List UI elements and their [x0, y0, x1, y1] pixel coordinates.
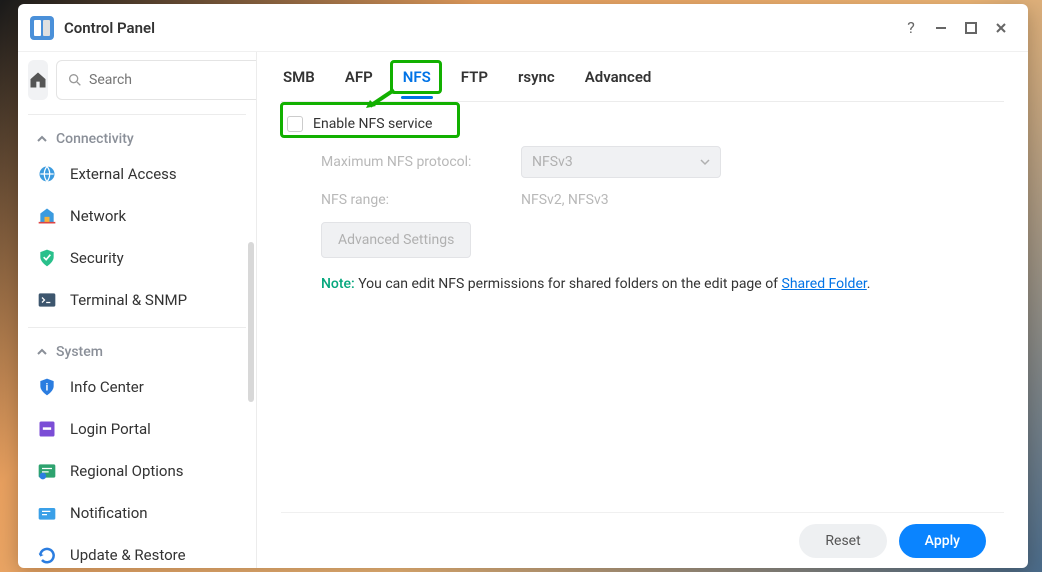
sidebar-item-label: Update & Restore: [70, 546, 186, 564]
sidebar-item-label: External Access: [70, 165, 177, 183]
sidebar-item-label: Info Center: [70, 378, 144, 396]
search-icon: [67, 72, 83, 88]
regional-icon: [36, 460, 58, 482]
sidebar-item-label: Security: [70, 249, 124, 267]
footer: Reset Apply: [281, 512, 1004, 568]
sidebar-item-label: Network: [70, 207, 126, 225]
terminal-icon: [36, 289, 58, 311]
note-body: You can edit NFS permissions for shared …: [355, 276, 782, 292]
apply-button[interactable]: Apply: [899, 524, 986, 558]
close-button[interactable]: [986, 13, 1016, 43]
tab-smb[interactable]: SMB: [281, 56, 317, 98]
section-system[interactable]: System: [28, 338, 246, 366]
section-connectivity[interactable]: Connectivity: [28, 125, 246, 153]
main-panel: SMB AFP NFS FTP rsync Advanced Enable NF…: [257, 52, 1028, 568]
app-icon: [30, 16, 54, 40]
home-icon: [28, 70, 48, 90]
note-period: .: [867, 276, 871, 292]
tab-bar: SMB AFP NFS FTP rsync Advanced: [281, 52, 1004, 102]
section-label: Connectivity: [56, 131, 134, 147]
minimize-button[interactable]: [926, 13, 956, 43]
notification-icon: [36, 502, 58, 524]
chevron-down-icon: [700, 157, 710, 167]
tab-afp[interactable]: AFP: [343, 56, 375, 98]
max-proto-value: NFSv3: [532, 154, 573, 170]
sidebar: Connectivity External Access Network Sec…: [18, 52, 256, 568]
sidebar-item-security[interactable]: Security: [28, 237, 246, 279]
sidebar-item-update-restore[interactable]: Update & Restore: [28, 534, 246, 568]
globe-icon: [36, 163, 58, 185]
tab-content: Enable NFS service Maximum NFS protocol:…: [281, 102, 1004, 512]
info-icon: i: [36, 376, 58, 398]
sidebar-item-login-portal[interactable]: Login Portal: [28, 408, 246, 450]
nfs-range-value: NFSv2, NFSv3: [521, 192, 609, 208]
help-button[interactable]: ?: [896, 13, 926, 43]
search-input[interactable]: [56, 60, 256, 100]
home-button[interactable]: [28, 60, 48, 100]
sidebar-item-notification[interactable]: Notification: [28, 492, 246, 534]
scrollbar[interactable]: [248, 242, 254, 402]
tab-nfs[interactable]: NFS: [401, 56, 433, 98]
svg-text:i: i: [46, 382, 49, 393]
sidebar-item-info-center[interactable]: i Info Center: [28, 366, 246, 408]
chevron-up-icon: [36, 346, 48, 358]
chevron-up-icon: [36, 133, 48, 145]
sidebar-item-regional-options[interactable]: Regional Options: [28, 450, 246, 492]
section-label: System: [56, 344, 103, 360]
sidebar-item-external-access[interactable]: External Access: [28, 153, 246, 195]
shared-folder-link[interactable]: Shared Folder: [782, 276, 867, 292]
nfs-range-label: NFS range:: [321, 192, 521, 208]
enable-nfs-checkbox[interactable]: [287, 116, 303, 132]
reset-button[interactable]: Reset: [799, 524, 886, 558]
sidebar-item-label: Terminal & SNMP: [70, 291, 187, 309]
titlebar: Control Panel ?: [18, 4, 1028, 52]
maximize-button[interactable]: [956, 13, 986, 43]
search-field[interactable]: [89, 72, 256, 88]
portal-icon: [36, 418, 58, 440]
sidebar-item-label: Regional Options: [70, 462, 184, 480]
tab-ftp[interactable]: FTP: [459, 56, 490, 98]
window-title: Control Panel: [64, 19, 896, 37]
network-icon: [36, 205, 58, 227]
sidebar-item-label: Notification: [70, 504, 148, 522]
sidebar-item-label: Login Portal: [70, 420, 151, 438]
max-proto-select[interactable]: NFSv3: [521, 146, 721, 178]
note-text: Note: You can edit NFS permissions for s…: [321, 276, 1004, 292]
sidebar-item-terminal-snmp[interactable]: Terminal & SNMP: [28, 279, 246, 321]
update-icon: [36, 544, 58, 566]
shield-icon: [36, 247, 58, 269]
tab-advanced[interactable]: Advanced: [583, 56, 654, 98]
tab-rsync[interactable]: rsync: [516, 56, 557, 98]
max-proto-label: Maximum NFS protocol:: [321, 154, 521, 170]
note-label: Note:: [321, 276, 355, 292]
control-panel-window: Control Panel ?: [18, 4, 1028, 568]
sidebar-item-network[interactable]: Network: [28, 195, 246, 237]
enable-nfs-label: Enable NFS service: [313, 116, 432, 132]
advanced-settings-button[interactable]: Advanced Settings: [321, 222, 471, 258]
